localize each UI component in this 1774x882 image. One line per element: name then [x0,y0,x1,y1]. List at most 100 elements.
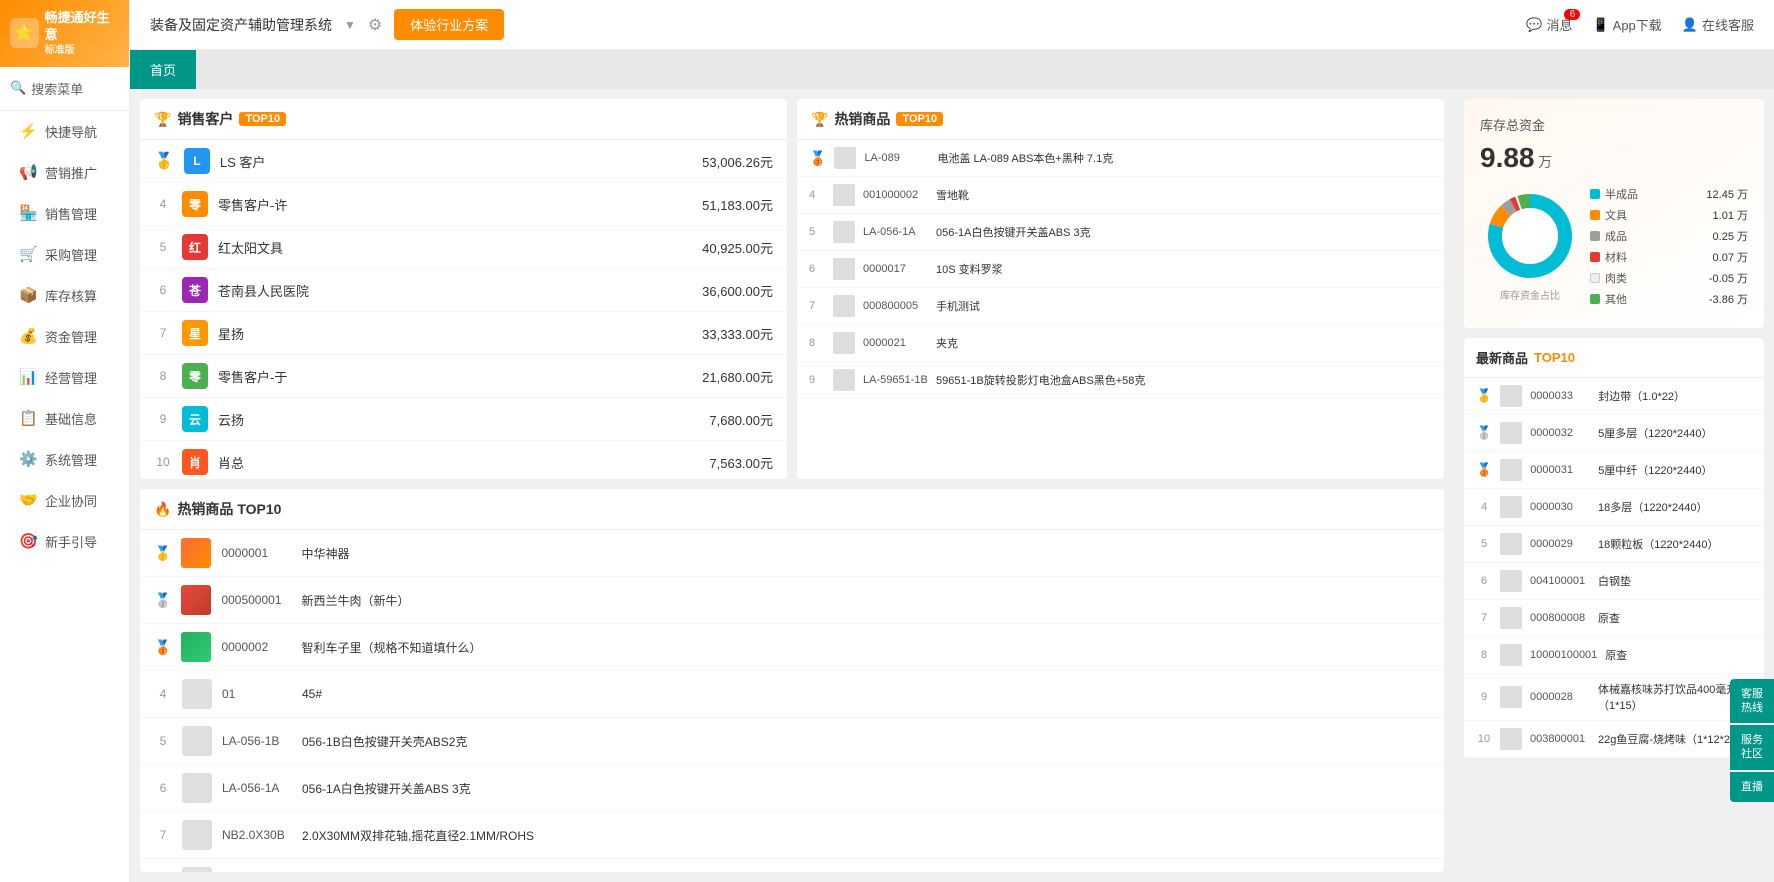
edition-label: 标准版 [45,44,119,57]
gear-icon[interactable]: ⚙ [368,15,382,35]
search-menu-label: 搜索菜单 [31,79,83,98]
product-code: 0000033 [1530,390,1590,402]
legend-name: 肉类 [1605,270,1704,286]
rank-num: 8 [1476,649,1492,661]
nav-item-operation[interactable]: 📊 经营管理 [0,357,129,398]
list-item: 6 0000017 10S 变料罗浆 [797,251,1444,288]
list-item: 4 零 零售客户-许 51,183.00元 [140,183,787,226]
service-community-button[interactable]: 服务社区 [1730,725,1774,770]
legend-item: 其他 -3.86 万 [1590,291,1748,307]
nav-item-purchase[interactable]: 🛒 采购管理 [0,234,129,275]
nav-item-cooperation[interactable]: 🤝 企业协同 [0,480,129,521]
list-item: 7 000800005 手机测试 [797,288,1444,325]
nav-item-system[interactable]: ⚙️ 系统管理 [0,439,129,480]
avatar: 星 [182,320,208,346]
purchase-icon: 🛒 [19,245,37,263]
product-image [181,585,211,615]
finance-icon: 💰 [19,327,37,345]
product-image [182,726,212,756]
product-code: LA-59651-1B [863,374,928,386]
service-icon: 👤 [1682,17,1698,33]
app-download-button[interactable]: 📱 App下载 [1592,15,1661,34]
customer-amount: 36,600.00元 [702,281,773,300]
message-icon: 💬 [1526,17,1542,33]
rank-num: 4 [154,687,172,701]
quicknav-label: 快捷导航 [45,122,97,141]
rank-num: 10 [154,455,172,469]
customer-name: 零售客户-许 [218,195,692,214]
finance-label: 资金管理 [45,327,97,346]
basic-label: 基础信息 [45,409,97,428]
product-code: 0000002 [221,640,291,654]
avatar: 肖 [182,449,208,475]
right-panel: 库存总资金 9.88 万 [1454,89,1774,882]
service-hotline-button[interactable]: 客服热线 [1730,679,1774,724]
product-name: 原查 [1598,610,1752,626]
nav-item-finance[interactable]: 💰 资金管理 [0,316,129,357]
middle-panel: 🏆 销售客户 TOP10 🥇 L LS 客户 53,006.26元 4 [130,89,1454,882]
nav-item-sales[interactable]: 🏪 销售管理 [0,193,129,234]
donut-subtitle: 库存资金占比 [1480,287,1580,302]
product-image [1500,496,1522,518]
trophy-icon: 🏆 [811,111,828,128]
rank-num: 5 [154,240,172,254]
rank-num: 7 [809,300,825,312]
rank-num: 8 [154,369,172,383]
product-name: 白钢垫 [1598,573,1752,589]
product-image [182,867,212,872]
live-broadcast-button[interactable]: 直播 [1730,772,1774,802]
message-button[interactable]: 💬 消息 6 [1526,15,1572,34]
rank-num: 9 [809,374,825,386]
inventory-icon: 📦 [19,286,37,304]
trial-button[interactable]: 体验行业方案 [394,9,504,40]
product-code: NB2.0X30B [222,828,292,842]
float-buttons: 客服热线 服务社区 直播 [1730,679,1774,802]
silver-medal-icon: 🥈 [1476,425,1492,441]
legend-name: 其他 [1605,291,1704,307]
sales-icon: 🏪 [19,204,37,222]
rank-num: 8 [809,337,825,349]
product-code: 000800008 [1530,612,1590,624]
gold-medal-icon: 🥇 [154,545,171,562]
nav-item-quicknav[interactable]: ⚡ 快捷导航 [0,111,129,152]
product-code: 003800001 [1530,733,1590,745]
list-item: 4 01 45# [140,671,1444,718]
list-item: 7 000800008 原查 [1464,600,1764,637]
product-name: 体械嘉核味苏打饮品400毫升（1*15） [1598,681,1752,713]
gold-medal-icon: 🥇 [154,151,174,171]
product-name: 056-1A白色按键开关盖ABS 3克 [936,224,1432,240]
list-item: 8 10000100001 原查 [1464,637,1764,674]
legend-name: 材料 [1605,249,1708,265]
sidebar-search-area[interactable]: 🔍 搜索菜单 [0,67,129,111]
product-image [182,773,212,803]
nav-item-marketing[interactable]: 📢 营销推广 [0,152,129,193]
product-code: 004100001 [1530,575,1590,587]
product-name: 056-1B白色按键开关壳ABS2克 [302,733,1430,750]
search-menu-button[interactable]: 🔍 搜索菜单 [10,75,119,102]
fire-icon: 🔥 [154,501,171,518]
list-item: 6 004100001 白钢垫 [1464,563,1764,600]
customer-sales-header: 🏆 销售客户 TOP10 [140,99,787,140]
hot-products-title: 热销商品 TOP10 [177,499,281,519]
top-products-scroll-card: 🏆 热销商品 TOP10 🥉 LA-089 电池盖 LA-089 ABS本色+黑… [797,99,1444,479]
tab-home[interactable]: 首页 [130,50,196,89]
list-item: 10 003800001 22g鱼豆腐-烧烤味（1*12*20） [1464,721,1764,758]
product-code: 0000028 [1530,691,1590,703]
online-service-label: 在线客服 [1702,15,1754,34]
inventory-unit: 万 [1538,154,1552,170]
product-code: 000800005 [863,300,928,312]
avatar: 零 [182,191,208,217]
product-image [1500,607,1522,629]
list-item: 🥇 L LS 客户 53,006.26元 [140,140,787,183]
product-image [1500,728,1522,750]
online-service-button[interactable]: 👤 在线客服 [1682,15,1754,34]
nav-item-inventory[interactable]: 📦 库存核算 [0,275,129,316]
legend-name: 成品 [1605,228,1708,244]
list-item: 🥈 0000032 5厘多层（1220*2440） [1464,415,1764,452]
logo-icon: 🌟 [10,18,39,48]
nav-item-guide[interactable]: 🎯 新手引导 [0,521,129,562]
donut-chart: 库存资金占比 [1480,186,1580,286]
purchase-label: 采购管理 [45,245,97,264]
nav-item-basic[interactable]: 📋 基础信息 [0,398,129,439]
product-image [182,820,212,850]
